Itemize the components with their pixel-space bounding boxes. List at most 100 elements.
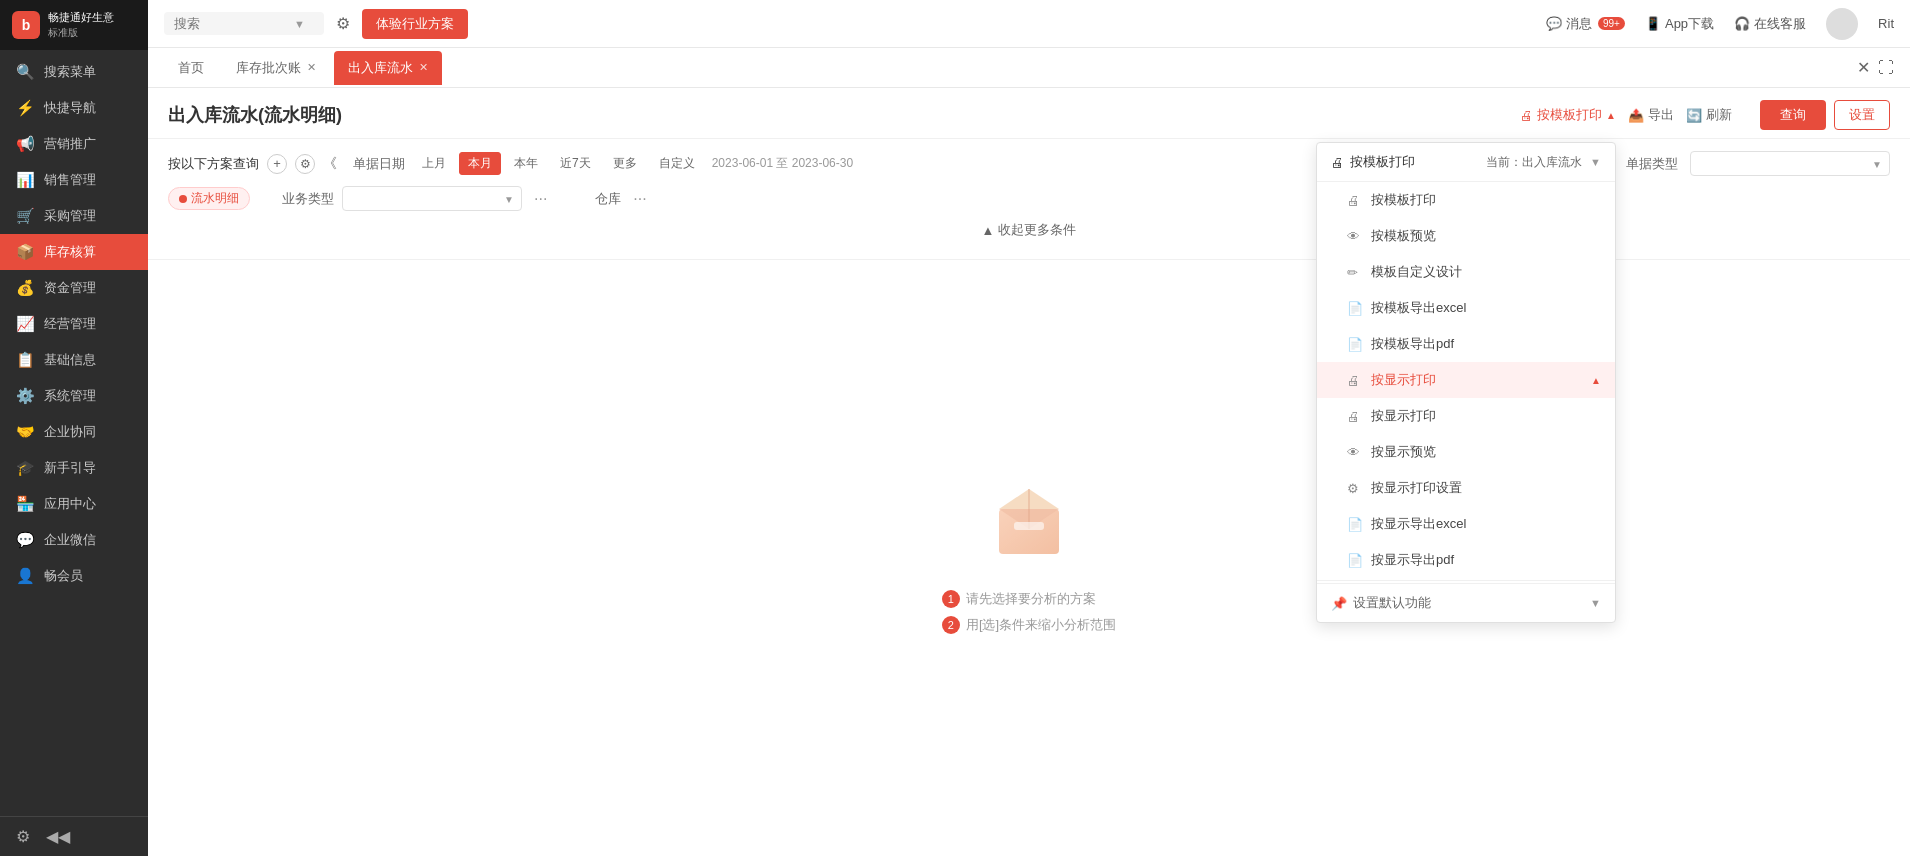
page-header-actions: 🖨 按模板打印 ▲ 🖨 按模板打印 当前：出入库流水 — [1520, 100, 1890, 130]
date-btn-last7[interactable]: 近7天 — [551, 152, 600, 175]
warehouse-field: 仓库 ··· — [595, 190, 646, 208]
settings-footer-icon[interactable]: ⚙ — [16, 827, 30, 846]
business-type-more-dots[interactable]: ··· — [534, 190, 547, 208]
sidebar-item-purchase[interactable]: 🛒 采购管理 — [0, 198, 148, 234]
filter-settings-icon[interactable]: ⚙ — [295, 154, 315, 174]
tab-fullscreen-icon[interactable]: ⛶ — [1878, 59, 1894, 77]
refresh-button[interactable]: 🔄 刷新 — [1686, 106, 1732, 124]
print-template-button[interactable]: 🖨 按模板打印 ▲ 🖨 按模板打印 当前：出入库流水 — [1520, 106, 1616, 124]
date-btn-current-year[interactable]: 本年 — [505, 152, 547, 175]
dropdown-header-actions: 当前：出入库流水 ▼ — [1486, 154, 1601, 171]
print-template-label: 按模板打印 — [1537, 106, 1602, 124]
export-button[interactable]: 📤 导出 — [1628, 106, 1674, 124]
collapse-btn-label: 收起更多条件 — [998, 221, 1076, 239]
tab-inventory-batch-label: 库存批次账 — [236, 59, 301, 77]
message-item[interactable]: 💬 消息 99+ — [1546, 15, 1625, 33]
print-dropdown-panel: 🖨 按模板打印 当前：出入库流水 ▼ 🖨 — [1316, 142, 1616, 623]
sidebar-item-enterprise[interactable]: 🤝 企业协同 — [0, 414, 148, 450]
display-preview-icon: 👁 — [1347, 445, 1363, 460]
sidebar-item-sales[interactable]: 📊 销售管理 — [0, 162, 148, 198]
date-field-label: 单据日期 — [353, 155, 405, 173]
dropdown-current-chevron[interactable]: ▼ — [1590, 156, 1601, 168]
footer-chevron[interactable]: ▼ — [1590, 597, 1601, 609]
sidebar-item-search[interactable]: 🔍 搜索菜单 — [0, 54, 148, 90]
document-type-select[interactable] — [1690, 151, 1890, 176]
trial-industry-button[interactable]: 体验行业方案 — [362, 9, 468, 39]
date-btn-current-month[interactable]: 本月 — [459, 152, 501, 175]
set-default-item[interactable]: 📌 设置默认功能 — [1331, 594, 1431, 612]
sidebar-item-system[interactable]: ⚙️ 系统管理 — [0, 378, 148, 414]
enterprise-icon: 🤝 — [16, 423, 34, 441]
sidebar-item-marketing[interactable]: 📢 营销推广 — [0, 126, 148, 162]
system-icon: ⚙️ — [16, 387, 34, 405]
sidebar-item-member[interactable]: 👤 畅会员 — [0, 558, 148, 594]
filter-label: 按以下方案查询 — [168, 155, 259, 173]
flow-detail-tag[interactable]: 流水明细 — [168, 187, 250, 210]
dropdown-header: 🖨 按模板打印 当前：出入库流水 ▼ — [1317, 143, 1615, 182]
sidebar-item-wecom[interactable]: 💬 企业微信 — [0, 522, 148, 558]
sidebar-item-label: 经营管理 — [44, 315, 96, 333]
tip-num-2: 2 — [942, 616, 960, 634]
app-download-item[interactable]: 📱 App下载 — [1645, 15, 1714, 33]
collapse-arrow-icon: ▲ — [982, 223, 995, 238]
search-input[interactable] — [174, 16, 294, 31]
topbar-gear-icon[interactable]: ⚙ — [336, 14, 350, 33]
template-custom-icon: ✏ — [1347, 265, 1363, 280]
template-pdf-icon: 📄 — [1347, 337, 1363, 352]
sidebar-item-finance[interactable]: 💰 资金管理 — [0, 270, 148, 306]
filter-add-icon[interactable]: + — [267, 154, 287, 174]
dropdown-section-display[interactable]: 🖨 按显示打印 ▲ — [1317, 362, 1615, 398]
sidebar-item-basic[interactable]: 📋 基础信息 — [0, 342, 148, 378]
collapse-more-btn[interactable]: ▲ 收起更多条件 — [982, 221, 1077, 239]
warehouse-more-dots[interactable]: ··· — [633, 190, 646, 208]
filter-collapse-icon[interactable]: 《 — [323, 155, 337, 173]
app-download-label: App下载 — [1665, 15, 1714, 33]
tab-inventory-batch-close[interactable]: ✕ — [307, 61, 316, 74]
tab-inventory-batch[interactable]: 库存批次账 ✕ — [222, 51, 330, 85]
date-btn-custom[interactable]: 自定义 — [650, 152, 704, 175]
sidebar-item-label: 系统管理 — [44, 387, 96, 405]
sidebar-item-label: 应用中心 — [44, 495, 96, 513]
tab-inout-flow[interactable]: 出入库流水 ✕ — [334, 51, 442, 85]
dropdown-item-template-preview[interactable]: 👁 按模板预览 — [1317, 218, 1615, 254]
sidebar-item-apps[interactable]: 🏪 应用中心 — [0, 486, 148, 522]
topbar-search-box[interactable]: ▼ — [164, 12, 324, 35]
dropdown-item-display-print[interactable]: 🖨 按显示打印 — [1317, 398, 1615, 434]
sidebar-footer: ⚙ ◀◀ — [0, 816, 148, 856]
dropdown-item-display-export-pdf[interactable]: 📄 按显示导出pdf — [1317, 542, 1615, 578]
message-icon: 💬 — [1546, 16, 1562, 31]
business-type-select[interactable] — [342, 186, 522, 211]
sidebar-item-label: 库存核算 — [44, 243, 96, 261]
dropdown-item-template-export-pdf[interactable]: 📄 按模板导出pdf — [1317, 326, 1615, 362]
query-button[interactable]: 查询 — [1760, 100, 1826, 130]
display-excel-icon: 📄 — [1347, 517, 1363, 532]
sidebar-item-inventory[interactable]: 📦 库存核算 — [0, 234, 148, 270]
business-type-label: 业务类型 — [282, 190, 334, 208]
sidebar-item-quicknav[interactable]: ⚡ 快捷导航 — [0, 90, 148, 126]
dropdown-item-display-export-excel[interactable]: 📄 按显示导出excel — [1317, 506, 1615, 542]
tab-inout-flow-close[interactable]: ✕ — [419, 61, 428, 74]
dropdown-item-display-settings[interactable]: ⚙ 按显示打印设置 — [1317, 470, 1615, 506]
tab-close-all-icon[interactable]: ✕ — [1857, 58, 1870, 77]
collapse-sidebar-icon[interactable]: ◀◀ — [46, 827, 70, 846]
user-name: Rit — [1878, 16, 1894, 31]
settings-button[interactable]: 设置 — [1834, 100, 1890, 130]
topbar: ▼ ⚙ 体验行业方案 💬 消息 99+ 📱 App下载 🎧 在线客服 Rit — [148, 0, 1910, 48]
display-preview-label: 按显示预览 — [1371, 443, 1436, 461]
dropdown-item-template-print[interactable]: 🖨 按模板打印 — [1317, 182, 1615, 218]
member-icon: 👤 — [16, 567, 34, 585]
template-custom-label: 模板自定义设计 — [1371, 263, 1462, 281]
avatar[interactable] — [1826, 8, 1858, 40]
sidebar-item-operation[interactable]: 📈 经营管理 — [0, 306, 148, 342]
date-btn-more[interactable]: 更多 — [604, 152, 646, 175]
sidebar-item-guide[interactable]: 🎓 新手引导 — [0, 450, 148, 486]
customer-service-item[interactable]: 🎧 在线客服 — [1734, 15, 1806, 33]
svg-rect-4 — [1014, 522, 1044, 530]
dropdown-item-template-custom[interactable]: ✏ 模板自定义设计 — [1317, 254, 1615, 290]
dropdown-item-template-export-excel[interactable]: 📄 按模板导出excel — [1317, 290, 1615, 326]
tab-home[interactable]: 首页 — [164, 51, 218, 85]
document-type-select-wrapper — [1690, 151, 1890, 176]
dropdown-item-display-preview[interactable]: 👁 按显示预览 — [1317, 434, 1615, 470]
guide-icon: 🎓 — [16, 459, 34, 477]
date-btn-prev-month[interactable]: 上月 — [413, 152, 455, 175]
